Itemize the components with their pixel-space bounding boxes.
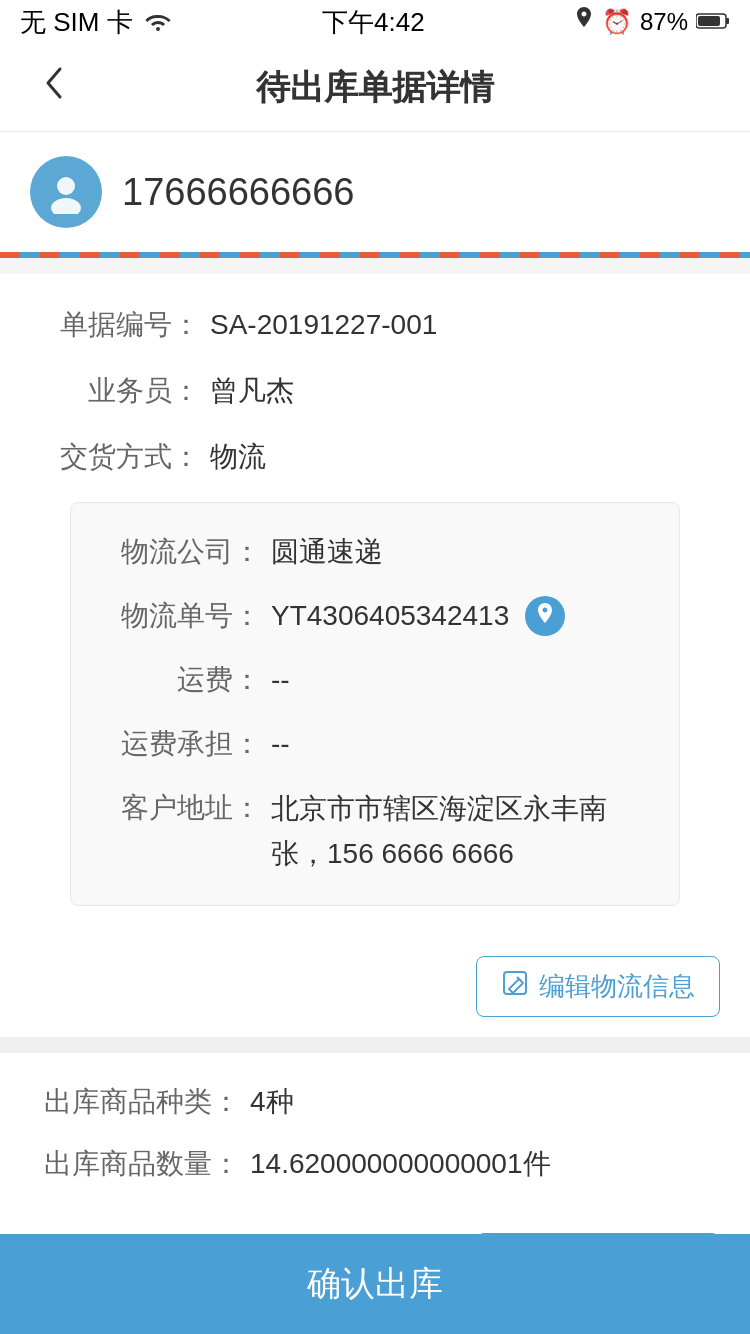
logistics-tracking-label: 物流单号： xyxy=(101,595,261,637)
edit-icon xyxy=(501,969,529,1004)
confirm-button-bar[interactable]: 确认出库 xyxy=(0,1234,750,1334)
logistics-company-row: 物流公司： 圆通速递 xyxy=(101,531,649,573)
salesman-label: 业务员： xyxy=(40,370,200,412)
stripe-divider xyxy=(0,252,750,258)
tracking-location-icon[interactable] xyxy=(525,596,565,636)
freight-label: 运费： xyxy=(101,659,261,701)
order-no-row: 单据编号： SA-20191227-001 xyxy=(40,304,710,346)
logistics-tracking-value: YT4306405342413 xyxy=(271,595,649,637)
goods-section: 出库商品种类： 4种 出库商品数量： 14.620000000000001件 xyxy=(0,1053,750,1213)
order-no-value: SA-20191227-001 xyxy=(210,304,710,346)
salesman-value: 曾凡杰 xyxy=(210,370,710,412)
goods-type-value: 4种 xyxy=(250,1083,294,1121)
edit-logistics-button[interactable]: 编辑物流信息 xyxy=(476,956,720,1017)
status-bar: 无 SIM 卡 下午4:42 ⏰ 87% xyxy=(0,0,750,44)
order-no-label: 单据编号： xyxy=(40,304,200,346)
delivery-label: 交货方式： xyxy=(40,436,200,478)
svg-point-4 xyxy=(51,198,81,214)
alarm-icon: ⏰ xyxy=(602,8,632,36)
goods-quantity-value: 14.620000000000001件 xyxy=(250,1145,551,1183)
freight-bearer-row: 运费承担： -- xyxy=(101,723,649,765)
delivery-row: 交货方式： 物流 xyxy=(40,436,710,478)
nav-bar: 待出库单据详情 xyxy=(0,44,750,132)
logistics-company-label: 物流公司： xyxy=(101,531,261,573)
back-button[interactable] xyxy=(30,51,78,124)
edit-logistics-label: 编辑物流信息 xyxy=(539,969,695,1004)
sim-status: 无 SIM 卡 xyxy=(20,5,133,40)
goods-quantity-row: 出库商品数量： 14.620000000000001件 xyxy=(40,1145,710,1183)
freight-bearer-value: -- xyxy=(271,723,649,765)
confirm-btn-label: 确认出库 xyxy=(307,1261,443,1307)
wifi-icon xyxy=(143,7,173,38)
logistics-card: 物流公司： 圆通速递 物流单号： YT4306405342413 运费： -- … xyxy=(70,502,680,906)
logistics-tracking-row: 物流单号： YT4306405342413 xyxy=(101,595,649,637)
order-info-section: 单据编号： SA-20191227-001 业务员： 曾凡杰 交货方式： 物流 … xyxy=(0,274,750,936)
status-left: 无 SIM 卡 xyxy=(20,5,173,40)
address-value: 北京市市辖区海淀区永丰南 张，156 6666 6666 xyxy=(271,787,649,877)
location-icon xyxy=(574,7,594,37)
svg-point-3 xyxy=(57,177,75,195)
svg-rect-2 xyxy=(698,16,720,26)
salesman-row: 业务员： 曾凡杰 xyxy=(40,370,710,412)
status-time: 下午4:42 xyxy=(322,5,425,40)
avatar xyxy=(30,156,102,228)
freight-value: -- xyxy=(271,659,649,701)
customer-phone: 17666666666 xyxy=(122,171,354,214)
section-divider-1 xyxy=(0,1037,750,1053)
freight-bearer-label: 运费承担： xyxy=(101,723,261,765)
goods-quantity-label: 出库商品数量： xyxy=(40,1145,240,1183)
freight-row: 运费： -- xyxy=(101,659,649,701)
address-row: 客户地址： 北京市市辖区海淀区永丰南 张，156 6666 6666 xyxy=(101,787,649,877)
goods-type-label: 出库商品种类： xyxy=(40,1083,240,1121)
customer-header: 17666666666 xyxy=(0,132,750,252)
logistics-company-value: 圆通速递 xyxy=(271,531,649,573)
goods-type-row: 出库商品种类： 4种 xyxy=(40,1083,710,1121)
battery-icon xyxy=(696,8,730,36)
status-right: ⏰ 87% xyxy=(574,7,730,37)
edit-btn-row: 编辑物流信息 xyxy=(0,936,750,1037)
page-title: 待出库单据详情 xyxy=(256,65,494,111)
svg-rect-1 xyxy=(726,18,729,24)
address-label: 客户地址： xyxy=(101,787,261,829)
delivery-value: 物流 xyxy=(210,436,710,478)
battery-text: 87% xyxy=(640,8,688,36)
